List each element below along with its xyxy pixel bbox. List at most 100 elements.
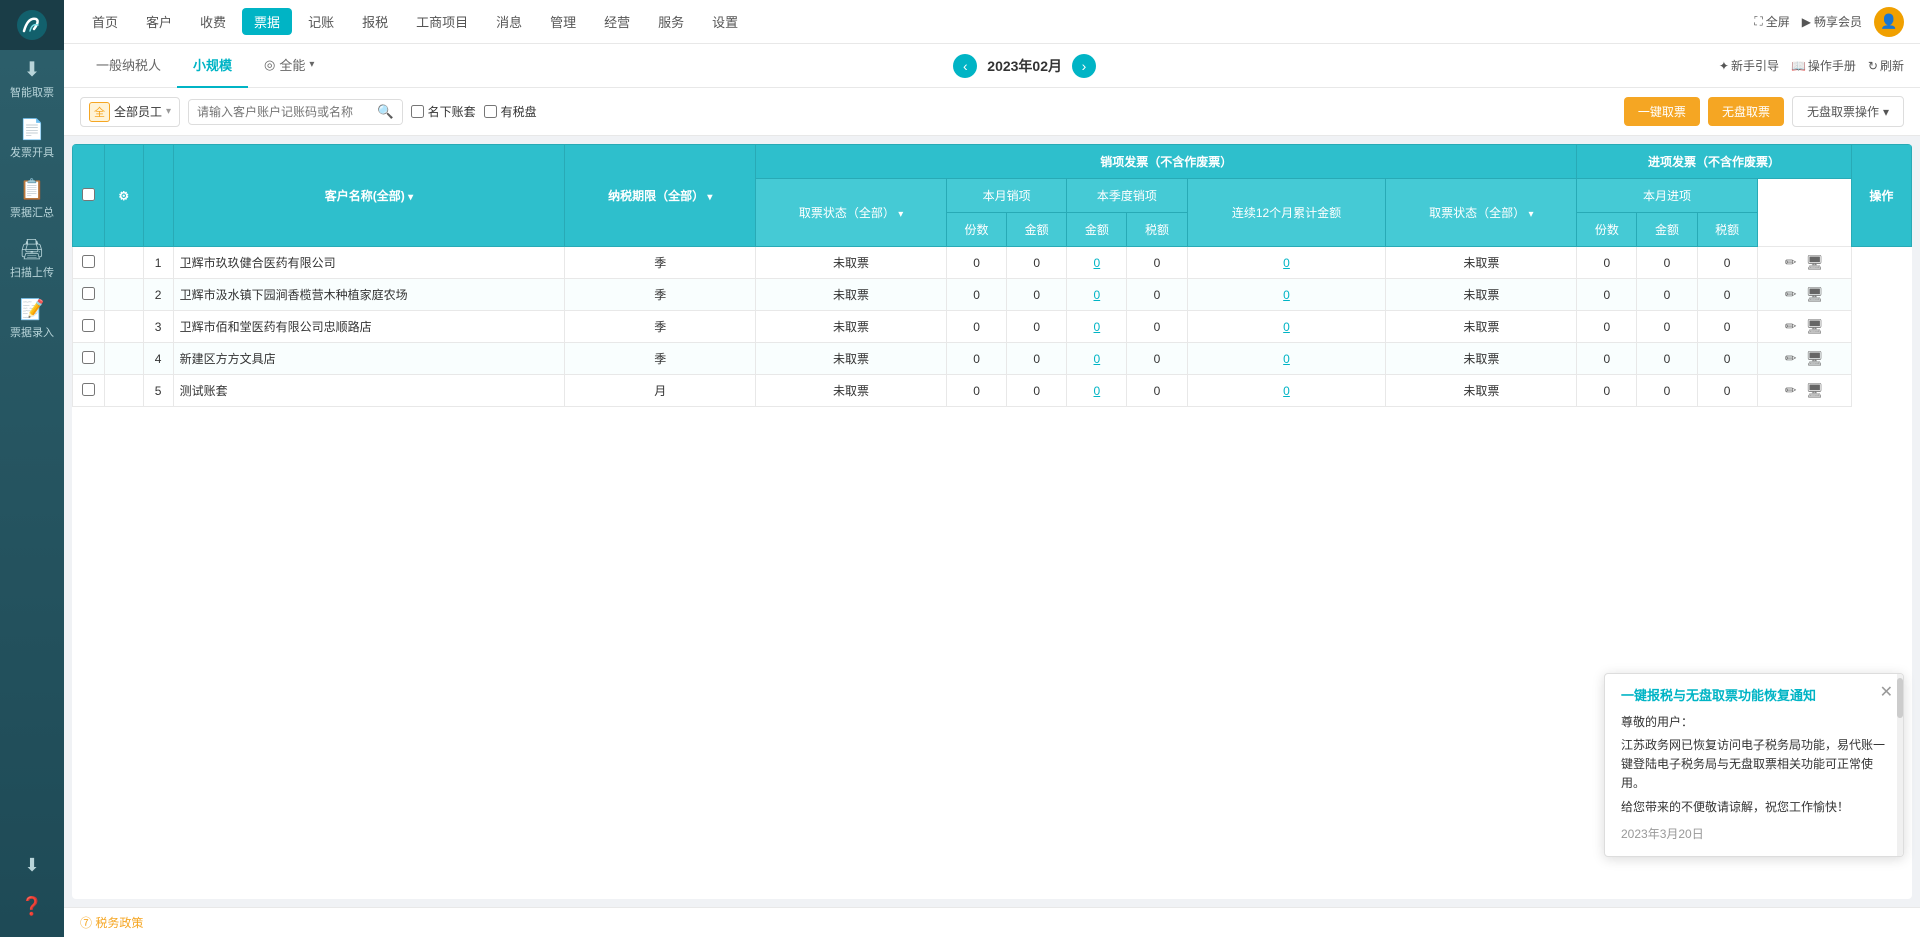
sales-12month-link[interactable]: 0	[1283, 320, 1290, 334]
th-sq-tax: 税额	[1127, 213, 1187, 247]
nav-item-message[interactable]: 消息	[484, 8, 534, 35]
period-prev-btn[interactable]: ‹	[953, 54, 977, 78]
row-tax-period: 季	[565, 311, 756, 343]
row-sales-12month: 0	[1187, 375, 1386, 407]
new-guide-btn[interactable]: ✦ 新手引导	[1719, 57, 1779, 74]
view-icon[interactable]: 🖥	[1806, 254, 1824, 270]
no-disk-ops-btn[interactable]: 无盘取票操作 ▾	[1792, 96, 1904, 127]
period-next-btn[interactable]: ›	[1072, 54, 1096, 78]
sidebar-item-smart-fetch[interactable]: ⬇ 智能取票	[0, 50, 64, 110]
nav-item-home[interactable]: 首页	[80, 8, 130, 35]
row-checkbox[interactable]	[82, 319, 95, 332]
row-sales-quarter-tax: 0	[1127, 279, 1187, 311]
row-checkbox-cell[interactable]	[73, 343, 105, 375]
sub-account-checkbox-label[interactable]: 名下账套	[411, 103, 476, 120]
sales-quarter-amount-link[interactable]: 0	[1094, 352, 1101, 366]
sidebar-item-help[interactable]: ❓	[0, 886, 64, 927]
nav-item-bookkeeping[interactable]: 记账	[296, 8, 346, 35]
sales-12month-link[interactable]: 0	[1283, 288, 1290, 302]
nav-item-customer[interactable]: 客户	[134, 8, 184, 35]
nav-item-business[interactable]: 工商项目	[404, 8, 480, 35]
th-customer[interactable]: 客户名称(全部) ▾	[173, 145, 565, 247]
avatar-icon: 👤	[1880, 13, 1897, 30]
row-actions: ✏ 🖥	[1757, 311, 1851, 343]
sidebar-item-invoice-summary[interactable]: 📋 票据汇总	[0, 170, 64, 230]
th-purchase-month: 本月进项	[1577, 179, 1757, 213]
edit-icon[interactable]: ✏	[1785, 350, 1797, 366]
nav-items: 首页 客户 收费 票据 记账 报税 工商项目 消息 管理 经营 服务 设置	[80, 8, 1754, 35]
notification-greeting: 尊敬的用户：	[1621, 713, 1887, 732]
edit-icon[interactable]: ✏	[1785, 286, 1797, 302]
employee-select[interactable]: 全 全部员工 ▾	[80, 97, 180, 127]
notification-close-btn[interactable]: ✕	[1880, 680, 1893, 706]
search-input[interactable]	[189, 101, 369, 123]
tab-small[interactable]: 小规模	[177, 44, 248, 88]
settings-icon: ⚙	[118, 189, 129, 203]
edit-icon[interactable]: ✏	[1785, 382, 1797, 398]
row-sales-quarter-tax: 0	[1127, 311, 1187, 343]
view-icon[interactable]: 🖥	[1806, 382, 1824, 398]
sales-quarter-amount-link[interactable]: 0	[1094, 256, 1101, 270]
row-checkbox-cell[interactable]	[73, 375, 105, 407]
nav-item-operations[interactable]: 经营	[592, 8, 642, 35]
fullscreen-btn[interactable]: ⛶ 全屏	[1754, 13, 1789, 30]
view-icon[interactable]: 🖥	[1806, 350, 1824, 366]
row-checkbox[interactable]	[82, 287, 95, 300]
row-checkbox-cell[interactable]	[73, 247, 105, 279]
sub-account-checkbox[interactable]	[411, 105, 424, 118]
sales-quarter-amount-link[interactable]: 0	[1094, 288, 1101, 302]
sidebar-item-download[interactable]: ⬇	[0, 845, 64, 886]
edit-icon[interactable]: ✏	[1785, 254, 1797, 270]
view-icon[interactable]: 🖥	[1806, 286, 1824, 302]
tab-all[interactable]: ◎ 全能 ▾	[248, 44, 330, 88]
nav-item-service[interactable]: 服务	[646, 8, 696, 35]
nav-item-invoice[interactable]: 票据	[242, 8, 292, 35]
th-sm-count: 份数	[946, 213, 1006, 247]
row-settings-cell	[105, 311, 144, 343]
sales-12month-link[interactable]: 0	[1283, 256, 1290, 270]
refresh-btn[interactable]: ↻ 刷新	[1868, 57, 1904, 74]
sidebar-item-label: 智能取票	[10, 84, 54, 100]
notification-title: 一键报税与无盘取票功能恢复通知	[1621, 686, 1887, 707]
avatar[interactable]: 👤	[1874, 7, 1904, 37]
nav-item-billing[interactable]: 收费	[188, 8, 238, 35]
th-purchase-status[interactable]: 取票状态（全部） ▾	[1386, 179, 1577, 247]
row-checkbox[interactable]	[82, 255, 95, 268]
one-click-btn[interactable]: 一键取票	[1624, 97, 1700, 126]
view-icon[interactable]: 🖥	[1806, 318, 1824, 334]
edit-icon[interactable]: ✏	[1785, 318, 1797, 334]
fullscreen-icon: ⛶	[1754, 14, 1762, 29]
nav-item-tax[interactable]: 报税	[350, 8, 400, 35]
sales-quarter-amount-link[interactable]: 0	[1094, 384, 1101, 398]
notification-scrollbar	[1897, 674, 1903, 856]
sidebar-item-scan-upload[interactable]: 🖨 扫描上传	[0, 230, 64, 290]
row-sales-status: 未取票	[756, 311, 947, 343]
row-checkbox-cell[interactable]	[73, 279, 105, 311]
sidebar-item-issue-invoice[interactable]: 📄 发票开具	[0, 110, 64, 170]
row-purchase-month-tax: 0	[1697, 279, 1757, 311]
period-center: ‹ 2023年02月 ›	[330, 54, 1718, 78]
nav-item-settings[interactable]: 设置	[700, 8, 750, 35]
tab-general[interactable]: 一般纳税人	[80, 44, 177, 88]
search-button[interactable]: 🔍	[369, 100, 402, 124]
has-tax-checkbox[interactable]	[484, 105, 497, 118]
row-checkbox-cell[interactable]	[73, 311, 105, 343]
row-checkbox[interactable]	[82, 383, 95, 396]
th-tax-period[interactable]: 纳税期限（全部） ▾	[565, 145, 756, 247]
nav-item-management[interactable]: 管理	[538, 8, 588, 35]
sales-12month-link[interactable]: 0	[1283, 352, 1290, 366]
sidebar-item-invoice-entry[interactable]: 📝 票据录入	[0, 290, 64, 350]
no-disk-btn[interactable]: 无盘取票	[1708, 97, 1784, 126]
sales-12month-link[interactable]: 0	[1283, 384, 1290, 398]
member-btn[interactable]: ▶ 畅享会员	[1802, 13, 1862, 30]
select-all-checkbox[interactable]	[82, 188, 95, 201]
row-tax-period: 季	[565, 247, 756, 279]
manual-btn[interactable]: 📖 操作手册	[1791, 57, 1856, 74]
sales-quarter-amount-link[interactable]: 0	[1094, 320, 1101, 334]
row-sales-12month: 0	[1187, 279, 1386, 311]
has-tax-checkbox-label[interactable]: 有税盘	[484, 103, 537, 120]
row-checkbox[interactable]	[82, 351, 95, 364]
app-logo[interactable]	[0, 0, 64, 50]
tax-policy-link[interactable]: ⑦ 税务政策	[80, 914, 143, 931]
th-sales-status[interactable]: 取票状态（全部） ▾	[756, 179, 947, 247]
